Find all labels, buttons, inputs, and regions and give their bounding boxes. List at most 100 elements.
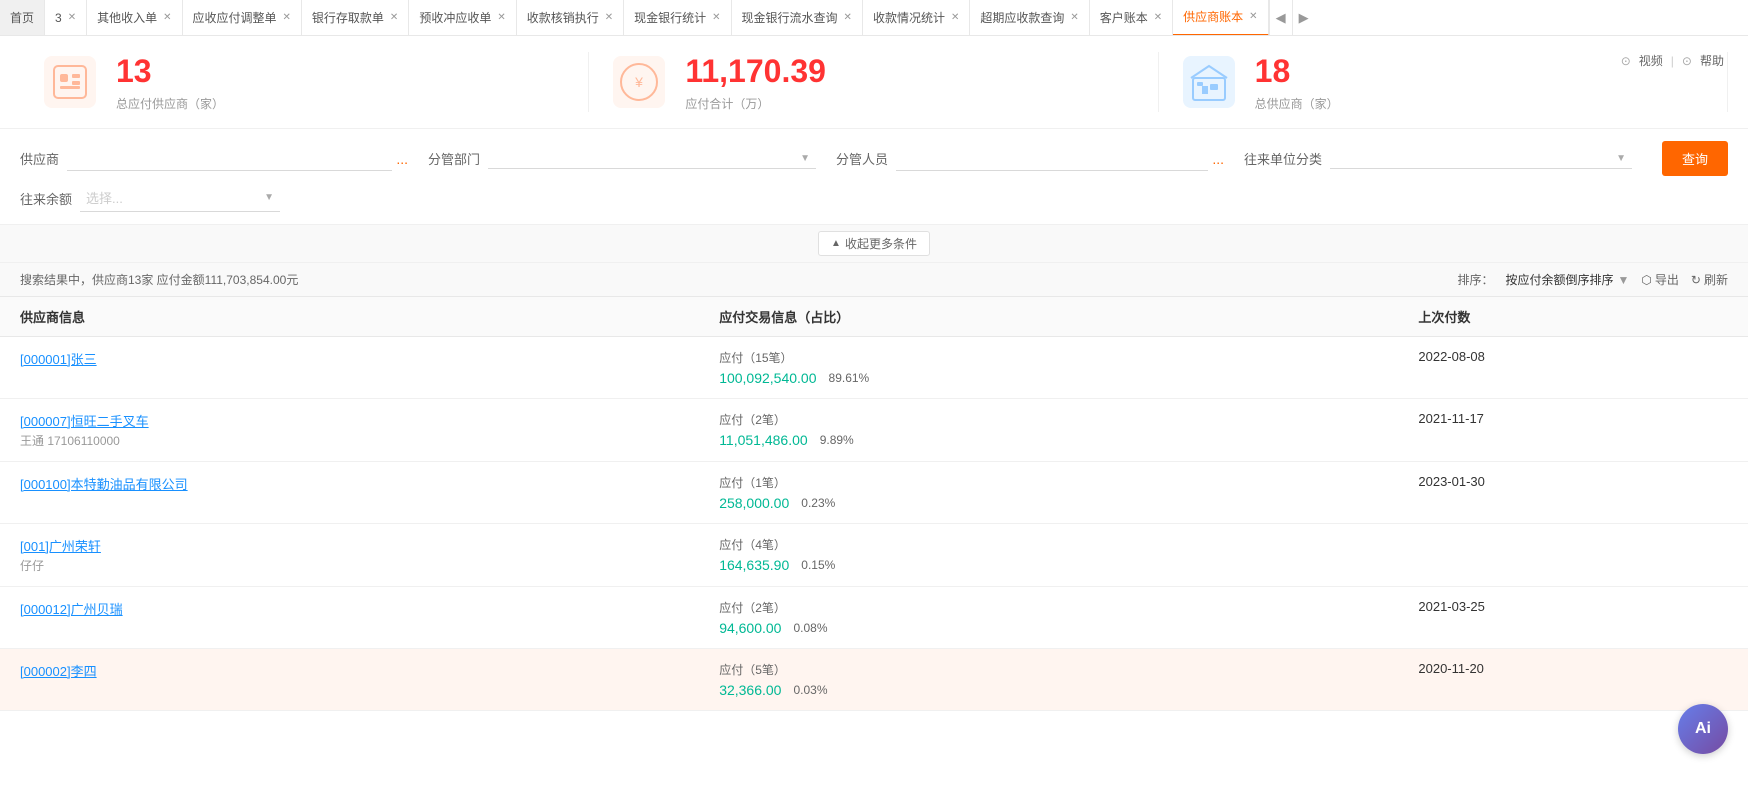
close-tab-3[interactable]: ✕ xyxy=(68,12,76,23)
supplier-cell-0: [000001]张三 xyxy=(0,337,699,399)
balance-label: 往来余额 xyxy=(20,189,72,208)
table-body: [000001]张三应付（15笔）100,092,540.0089.61%202… xyxy=(0,337,1748,711)
last-payment-cell-0: 2022-08-08 xyxy=(1398,337,1748,399)
export-button[interactable]: ⬡ 导出 xyxy=(1641,271,1679,288)
payable-cell-0: 应付（15笔）100,092,540.0089.61% xyxy=(699,337,1398,399)
stat-label-total-suppliers: 总供应商（家） xyxy=(1255,95,1339,112)
collapse-row: ▲ 收起更多条件 xyxy=(0,225,1748,263)
payable-amount-3[interactable]: 164,635.90 xyxy=(719,557,789,573)
payable-cell-5: 应付（5笔）32,366.000.03% xyxy=(699,649,1398,711)
close-tab-customer-book[interactable]: ✕ xyxy=(1154,12,1162,23)
results-bar: 搜索结果中，供应商13家 应付金额111,703,854.00元 排序： 按应付… xyxy=(0,263,1748,297)
payable-amount-4[interactable]: 94,600.00 xyxy=(719,620,781,636)
supplier-link-4[interactable]: [000012]广州贝瑞 xyxy=(20,602,123,617)
payable-label-3: 应付（4笔） xyxy=(719,536,1378,553)
nav-tab-customer-book[interactable]: 客户账本 ✕ xyxy=(1090,0,1173,36)
payable-percent-2: 0.23% xyxy=(801,496,835,510)
collapse-button[interactable]: ▲ 收起更多条件 xyxy=(818,231,930,256)
nav-tab-overdue[interactable]: 超期应收款查询 ✕ xyxy=(970,0,1089,36)
supplier-ellipsis[interactable]: ... xyxy=(396,151,408,167)
nav-tab-cash-bank-stats[interactable]: 现金银行统计 ✕ xyxy=(624,0,731,36)
close-tab-supplier-book[interactable]: ✕ xyxy=(1249,11,1257,22)
nav-next-arrow[interactable]: ▶ xyxy=(1292,0,1315,36)
nav-tab-other-income[interactable]: 其他收入单 ✕ xyxy=(87,0,182,36)
supplier-input[interactable] xyxy=(67,147,392,171)
nav-prev-arrow[interactable]: ◀ xyxy=(1269,0,1292,36)
nav-tab-payment-stats[interactable]: 收款情况统计 ✕ xyxy=(863,0,970,36)
balance-select[interactable]: 选择... ▼ xyxy=(80,184,280,212)
refresh-button[interactable]: ↻ 刷新 xyxy=(1691,271,1728,288)
payable-label-4: 应付（2笔） xyxy=(719,599,1378,616)
last-payment-cell-1: 2021-11-17 xyxy=(1398,399,1748,462)
supplier-icon-3 xyxy=(1179,52,1239,112)
stat-info-payable-total: 11,170.39 应付合计（万） xyxy=(685,52,826,111)
payable-percent-3: 0.15% xyxy=(801,558,835,572)
video-link[interactable]: 视频 xyxy=(1639,52,1663,69)
close-tab-adjustment[interactable]: ✕ xyxy=(283,12,291,23)
payable-label-0: 应付（15笔） xyxy=(719,349,1378,366)
payable-amount-1[interactable]: 11,051,486.00 xyxy=(719,432,808,448)
ai-badge[interactable]: Ai xyxy=(1678,704,1728,754)
filter-balance: 往来余额 选择... ▼ xyxy=(20,184,280,212)
last-payment-cell-3 xyxy=(1398,524,1748,587)
nav-tab-bank-deposit[interactable]: 银行存取款单 ✕ xyxy=(302,0,409,36)
supplier-link-2[interactable]: [000100]本特勤油品有限公司 xyxy=(20,477,188,492)
table-row: [000001]张三应付（15笔）100,092,540.0089.61%202… xyxy=(0,337,1748,399)
category-label: 往来单位分类 xyxy=(1244,149,1322,168)
last-payment-cell-2: 2023-01-30 xyxy=(1398,462,1748,524)
table-container: 供应商信息 应付交易信息（占比） 上次付数 [000001]张三应付（15笔）1… xyxy=(0,297,1748,711)
stat-number-payable-total: 11,170.39 xyxy=(685,52,826,90)
stat-info-payable-suppliers: 13 总应付供应商（家） xyxy=(116,52,224,111)
payable-amount-5[interactable]: 32,366.00 xyxy=(719,682,781,698)
payable-cell-4: 应付（2笔）94,600.000.08% xyxy=(699,587,1398,649)
table-row: [000012]广州贝瑞应付（2笔）94,600.000.08%2021-03-… xyxy=(0,587,1748,649)
supplier-cell-2: [000100]本特勤油品有限公司 xyxy=(0,462,699,524)
col-supplier-info: 供应商信息 xyxy=(0,297,699,337)
close-tab-cash-bank-flow[interactable]: ✕ xyxy=(844,12,852,23)
table-row: [000007]恒旺二手叉车王通 17106110000应付（2笔）11,051… xyxy=(0,399,1748,462)
nav-tab-supplier-book[interactable]: 供应商账本 ✕ xyxy=(1173,0,1268,36)
close-tab-payment-verify[interactable]: ✕ xyxy=(605,12,613,23)
query-button[interactable]: 查询 xyxy=(1662,141,1728,176)
person-ellipsis[interactable]: ... xyxy=(1212,151,1224,167)
stat-number-total-suppliers: 18 xyxy=(1255,52,1339,90)
close-tab-payment-stats[interactable]: ✕ xyxy=(951,12,959,23)
supplier-cell-1: [000007]恒旺二手叉车王通 17106110000 xyxy=(0,399,699,462)
payable-amount-0[interactable]: 100,092,540.00 xyxy=(719,370,816,386)
stat-label-payable-suppliers: 总应付供应商（家） xyxy=(116,95,224,112)
close-tab-prepay[interactable]: ✕ xyxy=(497,12,505,23)
nav-tab-adjustment[interactable]: 应收应付调整单 ✕ xyxy=(183,0,302,36)
close-tab-cash-bank-stats[interactable]: ✕ xyxy=(712,12,720,23)
sort-select[interactable]: 按应付余额倒序排序 ▼ xyxy=(1506,271,1630,288)
payable-label-2: 应付（1笔） xyxy=(719,474,1378,491)
nav-tab-payment-verify[interactable]: 收款核销执行 ✕ xyxy=(517,0,624,36)
supplier-link-0[interactable]: [000001]张三 xyxy=(20,352,97,367)
supplier-table: 供应商信息 应付交易信息（占比） 上次付数 [000001]张三应付（15笔）1… xyxy=(0,297,1748,711)
nav-tab-home[interactable]: 首页 xyxy=(0,0,45,36)
collapse-icon: ▲ xyxy=(831,238,841,249)
person-input[interactable] xyxy=(896,147,1208,171)
stat-block-payable-total: ¥ 11,170.39 应付合计（万） xyxy=(589,52,1158,112)
nav-tab-prepay[interactable]: 预收冲应收单 ✕ xyxy=(409,0,516,36)
last-payment-cell-5: 2020-11-20 xyxy=(1398,649,1748,711)
filter-supplier: 供应商 ... xyxy=(20,147,408,171)
balance-arrow-icon: ▼ xyxy=(264,192,274,203)
close-tab-bank-deposit[interactable]: ✕ xyxy=(390,12,398,23)
supplier-link-5[interactable]: [000002]李四 xyxy=(20,664,97,679)
filter-person: 分管人员 ... xyxy=(836,147,1224,171)
close-tab-overdue[interactable]: ✕ xyxy=(1070,12,1078,23)
supplier-link-3[interactable]: [001]广州荣轩 xyxy=(20,539,101,554)
payable-percent-1: 9.89% xyxy=(820,433,854,447)
payable-amount-2[interactable]: 258,000.00 xyxy=(719,495,789,511)
nav-tab-cash-bank-flow[interactable]: 现金银行流水查询 ✕ xyxy=(732,0,863,36)
supplier-link-1[interactable]: [000007]恒旺二手叉车 xyxy=(20,414,149,429)
supplier-sub-1: 王通 17106110000 xyxy=(20,432,679,449)
table-row: [000002]李四 应付（5笔）32,366.000.03%2020-11-20 xyxy=(0,649,1748,711)
close-tab-other-income[interactable]: ✕ xyxy=(163,12,171,23)
dept-select[interactable]: ▼ xyxy=(488,149,816,169)
category-select[interactable]: ▼ xyxy=(1330,149,1632,169)
nav-tab-3[interactable]: 3 ✕ xyxy=(45,0,87,36)
help-link[interactable]: 帮助 xyxy=(1700,52,1724,69)
supplier-label: 供应商 xyxy=(20,149,59,168)
stats-header: 13 总应付供应商（家） ¥ 11,170.39 应付合计（万） xyxy=(0,36,1748,129)
